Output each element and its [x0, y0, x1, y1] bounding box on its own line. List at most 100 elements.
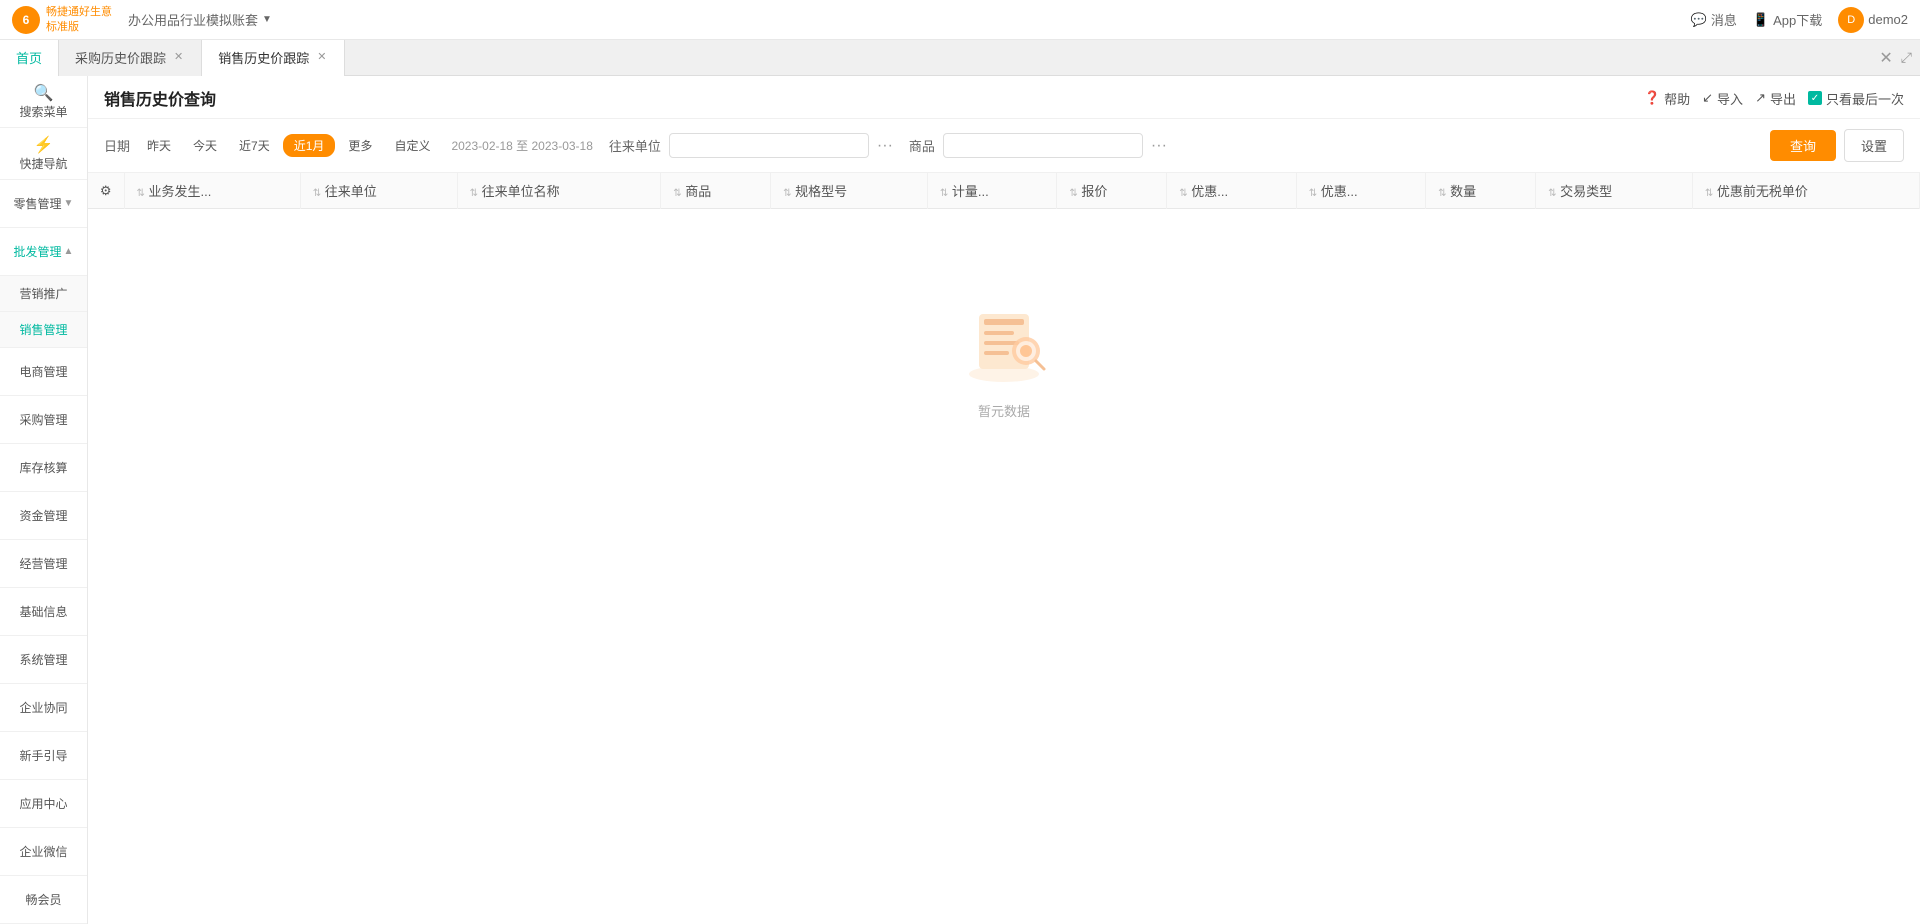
content: 销售历史价查询 ❓ 帮助 ↙ 导入 ↗ 导出 ✓	[88, 76, 1920, 924]
th-trade-type[interactable]: ⇅ 交易类型	[1536, 173, 1693, 209]
tab-purchase-close[interactable]: ✕	[172, 50, 185, 65]
sidebar-item-system[interactable]: 系统管理	[0, 636, 87, 684]
sort-icon: ⇅	[673, 188, 681, 199]
data-table: ⚙ ⇅ 业务发生... ⇅ 往来单位 ⇅	[88, 173, 1920, 209]
sidebar: 🔍 搜索菜单 ⚡ 快捷导航 零售管理 ▼ 批发管理 ▲ 营销推广 销售管理 电商…	[0, 76, 88, 924]
partner-picker-icon[interactable]: ···	[877, 137, 893, 155]
sort-icon: ⇅	[470, 188, 478, 199]
empty-text: 暂元数据	[978, 401, 1030, 420]
date-btn-more[interactable]: 更多	[339, 134, 381, 157]
user-menu[interactable]: D demo2	[1838, 7, 1908, 33]
app-download-button[interactable]: 📱 App下载	[1753, 10, 1822, 29]
sidebar-item-ecommerce[interactable]: 电商管理	[0, 348, 87, 396]
sidebar-item-member[interactable]: 畅会员	[0, 876, 87, 924]
avatar: D	[1838, 7, 1864, 33]
sidebar-item-finance[interactable]: 资金管理	[0, 492, 87, 540]
sidebar-item-inventory[interactable]: 库存核算	[0, 444, 87, 492]
app-selector[interactable]: 办公用品行业模拟账套 ▼	[120, 6, 280, 33]
tab-bar: 首页 采购历史价跟踪 ✕ 销售历史价跟踪 ✕ ✕ ⤢	[0, 40, 1920, 76]
sidebar-item-search[interactable]: 🔍 搜索菜单	[0, 76, 87, 128]
message-button[interactable]: 💬 消息	[1691, 10, 1737, 29]
partner-label: 往来单位	[609, 136, 661, 155]
tab-purchase-label: 采购历史价跟踪	[75, 48, 166, 67]
sidebar-item-marketing[interactable]: 营销推广	[0, 276, 87, 312]
checkbox-checked-icon: ✓	[1808, 91, 1822, 105]
logo-text: 畅捷通好生意 标准版	[46, 5, 112, 34]
help-icon: ❓	[1644, 90, 1660, 106]
settings-button[interactable]: 设置	[1844, 129, 1904, 162]
shortcut-icon: ⚡	[34, 135, 54, 155]
page-header: 销售历史价查询 ❓ 帮助 ↙ 导入 ↗ 导出 ✓	[88, 76, 1920, 119]
tab-maximize-icon[interactable]: ⤢	[1901, 49, 1912, 66]
sidebar-item-sales-mgr[interactable]: 销售管理	[0, 312, 87, 348]
date-btn-1month[interactable]: 近1月	[283, 134, 336, 157]
main-layout: 🔍 搜索菜单 ⚡ 快捷导航 零售管理 ▼ 批发管理 ▲ 营销推广 销售管理 电商…	[0, 76, 1920, 924]
th-partner-name[interactable]: ⇅ 往来单位名称	[457, 173, 661, 209]
query-button[interactable]: 查询	[1770, 130, 1836, 161]
th-biz-date[interactable]: ⇅ 业务发生...	[124, 173, 300, 209]
sort-icon: ⇅	[313, 188, 321, 199]
th-unit[interactable]: ⇅ 计量...	[927, 173, 1056, 209]
sort-icon: ⇅	[1548, 188, 1556, 199]
page-actions: ❓ 帮助 ↙ 导入 ↗ 导出 ✓ 只看最后一次	[1644, 89, 1904, 108]
export-icon: ↗	[1755, 90, 1766, 106]
sort-icon: ⇅	[1438, 188, 1446, 199]
sidebar-item-enterprise[interactable]: 企业协同	[0, 684, 87, 732]
sidebar-item-operations[interactable]: 经营管理	[0, 540, 87, 588]
th-pretax-price[interactable]: ⇅ 优惠前无税单价	[1692, 173, 1919, 209]
import-button[interactable]: ↙ 导入	[1702, 89, 1743, 108]
sidebar-item-purchase-mgr[interactable]: 采购管理	[0, 396, 87, 444]
product-label: 商品	[909, 136, 935, 155]
import-icon: ↙	[1702, 90, 1713, 106]
page-title: 销售历史价查询	[104, 86, 216, 110]
chevron-down-icon: ▼	[64, 198, 74, 209]
top-bar-left: 6 畅捷通好生意 标准版 办公用品行业模拟账套 ▼	[12, 5, 280, 34]
tab-home-label: 首页	[16, 48, 42, 67]
tab-sales[interactable]: 销售历史价跟踪 ✕	[202, 40, 345, 76]
th-spec[interactable]: ⇅ 规格型号	[771, 173, 928, 209]
product-input[interactable]	[943, 133, 1143, 158]
tab-home[interactable]: 首页	[0, 40, 59, 76]
sidebar-item-basics[interactable]: 基础信息	[0, 588, 87, 636]
sidebar-item-guide[interactable]: 新手引导	[0, 732, 87, 780]
tab-sales-close[interactable]: ✕	[315, 50, 328, 65]
tab-purchase[interactable]: 采购历史价跟踪 ✕	[59, 40, 202, 76]
table-header-row: ⚙ ⇅ 业务发生... ⇅ 往来单位 ⇅	[88, 173, 1920, 209]
sort-icon: ⇅	[1309, 188, 1317, 199]
gear-icon: ⚙	[100, 183, 112, 198]
last-only-checkbox[interactable]: ✓ 只看最后一次	[1808, 89, 1904, 108]
help-button[interactable]: ❓ 帮助	[1644, 89, 1690, 108]
tab-close-all-icon[interactable]: ✕	[1879, 48, 1892, 68]
partner-filter-group: 往来单位 ···	[609, 133, 893, 158]
empty-state: 暂元数据	[88, 209, 1920, 500]
sidebar-item-wechat[interactable]: 企业微信	[0, 828, 87, 876]
sidebar-item-apps[interactable]: 应用中心	[0, 780, 87, 828]
th-quoted-price[interactable]: ⇅ 报价	[1057, 173, 1167, 209]
partner-input[interactable]	[669, 133, 869, 158]
top-bar-right: 💬 消息 📱 App下载 D demo2	[1691, 7, 1908, 33]
th-discount2[interactable]: ⇅ 优惠...	[1296, 173, 1425, 209]
date-label: 日期	[104, 136, 130, 155]
th-quantity[interactable]: ⇅ 数量	[1426, 173, 1536, 209]
th-product[interactable]: ⇅ 商品	[661, 173, 771, 209]
date-btn-custom[interactable]: 自定义	[385, 134, 439, 157]
logo-area: 6 畅捷通好生意 标准版	[12, 5, 112, 34]
date-btn-7days[interactable]: 近7天	[230, 134, 279, 157]
date-shortcuts: 昨天 今天 近7天 近1月 更多 自定义	[138, 134, 439, 157]
sort-icon: ⇅	[1069, 188, 1077, 199]
sidebar-item-wholesale[interactable]: 批发管理 ▲	[0, 228, 87, 276]
th-partner-code[interactable]: ⇅ 往来单位	[300, 173, 457, 209]
date-btn-yesterday[interactable]: 昨天	[138, 134, 180, 157]
export-button[interactable]: ↗ 导出	[1755, 89, 1796, 108]
sidebar-item-retail[interactable]: 零售管理 ▼	[0, 180, 87, 228]
logo-icon: 6	[12, 6, 40, 34]
sort-icon: ⇅	[940, 188, 948, 199]
tab-bar-actions: ✕ ⤢	[1879, 48, 1920, 68]
th-discount1[interactable]: ⇅ 优惠...	[1167, 173, 1296, 209]
product-picker-icon[interactable]: ···	[1151, 137, 1167, 155]
product-filter-group: 商品 ···	[909, 133, 1167, 158]
app-selector-label: 办公用品行业模拟账套	[128, 10, 258, 29]
sidebar-item-shortcut[interactable]: ⚡ 快捷导航	[0, 128, 87, 180]
th-gear[interactable]: ⚙	[88, 173, 124, 209]
date-btn-today[interactable]: 今天	[184, 134, 226, 157]
